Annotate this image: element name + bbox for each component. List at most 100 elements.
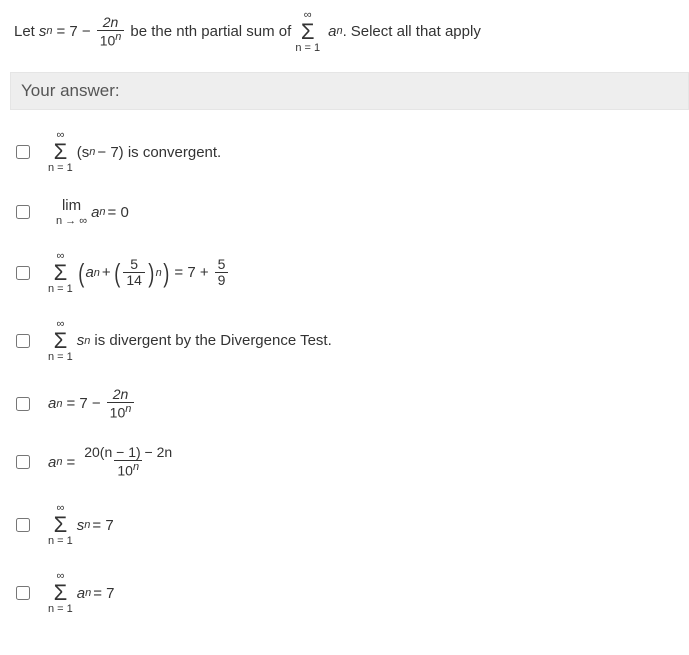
option-row: ∞ Σ n = 1 an = 7 — [16, 571, 689, 615]
option-row: lim n → ∞ an = 0 — [16, 198, 689, 227]
var-a: a — [328, 20, 336, 44]
rparen-icon: ) — [148, 260, 154, 286]
text: (s — [77, 144, 90, 161]
var: a — [85, 264, 93, 281]
option-checkbox[interactable] — [16, 518, 30, 532]
sum-bot: n = 1 — [48, 284, 73, 295]
fraction: 5 14 — [123, 257, 145, 289]
den-sup: n — [133, 461, 139, 473]
eq: = 7 + — [174, 264, 208, 281]
sub: n — [89, 146, 95, 158]
text: = 7 — [93, 585, 114, 602]
fraction: 20(n − 1) − 2n 10n — [81, 445, 175, 479]
num: 2n — [103, 14, 119, 30]
sub: n — [94, 267, 100, 279]
var: s — [77, 332, 85, 349]
option-row: an = 7 − 2n 10n — [16, 387, 689, 421]
text: Let — [14, 20, 35, 44]
text: is divergent by the Divergence Test. — [94, 332, 331, 349]
text: = 0 — [108, 204, 129, 221]
sigma-icon: Σ — [54, 514, 68, 536]
partial-sum-def: sn = 7 − 2n 10n — [39, 15, 127, 49]
sub: n — [84, 335, 90, 347]
option-row: ∞ Σ n = 1 (sn − 7) is convergent. — [16, 130, 689, 174]
var: a — [48, 454, 56, 471]
sum-symbol: ∞ Σ n = 1 — [48, 571, 73, 615]
sum-symbol: ∞ Σ n = 1 — [48, 130, 73, 174]
eq: = 7 − — [66, 395, 100, 412]
option-expression: an = 20(n − 1) − 2n 10n — [48, 445, 177, 479]
var: a — [48, 395, 56, 412]
option-expression: ∞ Σ n = 1 sn is divergent by the Diverge… — [48, 319, 332, 363]
fraction: 2n 10n — [97, 15, 125, 49]
option-expression: ∞ Σ n = 1 an = 7 — [48, 571, 115, 615]
sum-bot: n = 1 — [48, 536, 73, 547]
an-term: an. — [328, 20, 347, 44]
option-row: ∞ Σ n = 1 sn = 7 — [16, 503, 689, 547]
sum-symbol: ∞ Σ n = 1 — [48, 319, 73, 363]
eq: = — [66, 454, 75, 471]
var: a — [77, 585, 85, 602]
var: a — [91, 204, 99, 221]
sub: n — [84, 519, 90, 531]
sub: n — [85, 587, 91, 599]
option-expression: lim n → ∞ an = 0 — [56, 198, 129, 227]
sigma-icon: Σ — [301, 21, 315, 43]
den-sup: n — [115, 31, 121, 43]
option-checkbox[interactable] — [16, 334, 30, 348]
option-checkbox[interactable] — [16, 266, 30, 280]
text: = 7 — [92, 517, 113, 534]
lparen-icon: ( — [114, 260, 120, 286]
den-base: 10 — [100, 33, 116, 49]
rparen-icon: ) — [163, 260, 169, 286]
sum-bot: n = 1 — [295, 43, 320, 54]
fraction: 2n 10n — [107, 387, 135, 421]
num: 20(n − 1) − 2n — [84, 444, 172, 460]
lim-sub: n → ∞ — [56, 215, 87, 227]
sum-bot: n = 1 — [48, 604, 73, 615]
option-checkbox[interactable] — [16, 145, 30, 159]
num: 2n — [113, 386, 129, 402]
option-expression: ∞ Σ n = 1 (sn − 7) is convergent. — [48, 130, 221, 174]
sigma-icon: Σ — [54, 141, 68, 163]
den: 9 — [215, 272, 229, 288]
den: 14 — [123, 272, 145, 288]
text: Select all that apply — [351, 20, 481, 44]
option-checkbox[interactable] — [16, 397, 30, 411]
sum-symbol: ∞ Σ n = 1 — [295, 10, 320, 54]
fraction: 5 9 — [215, 257, 229, 289]
sub: n — [56, 398, 62, 410]
option-expression: an = 7 − 2n 10n — [48, 387, 136, 421]
sub: n — [56, 456, 62, 468]
option-expression: ∞ Σ n = 1 sn = 7 — [48, 503, 114, 547]
den-sup: n — [125, 403, 131, 415]
num: 5 — [215, 257, 229, 272]
option-checkbox[interactable] — [16, 205, 30, 219]
var: s — [77, 517, 85, 534]
power: n — [156, 267, 162, 279]
limit: lim n → ∞ — [56, 198, 87, 227]
sigma-icon: Σ — [54, 330, 68, 352]
your-answer-header: Your answer: — [10, 72, 689, 110]
sub: n — [99, 206, 105, 218]
num: 5 — [127, 257, 141, 272]
option-checkbox[interactable] — [16, 586, 30, 600]
sub-n: n — [46, 23, 52, 41]
options-list: ∞ Σ n = 1 (sn − 7) is convergent. lim n … — [10, 130, 689, 615]
text: be the nth partial sum of — [130, 20, 291, 44]
den-base: 10 — [110, 405, 126, 421]
text: − 7) is convergent. — [97, 144, 221, 161]
var-s: s — [39, 20, 47, 44]
sum-symbol: ∞ Σ n = 1 — [48, 503, 73, 547]
sigma-icon: Σ — [54, 262, 68, 284]
option-row: an = 20(n − 1) − 2n 10n — [16, 445, 689, 479]
lparen-icon: ( — [78, 260, 84, 286]
question-prompt: Let sn = 7 − 2n 10n be the nth partial s… — [10, 8, 689, 72]
lim-label: lim — [62, 198, 81, 215]
sum-bot: n = 1 — [48, 352, 73, 363]
option-expression: ∞ Σ n = 1 ( an + ( 5 14 )n ) = 7 + 5 9 — [48, 251, 230, 295]
option-checkbox[interactable] — [16, 455, 30, 469]
option-row: ∞ Σ n = 1 sn is divergent by the Diverge… — [16, 319, 689, 363]
plus: + — [102, 264, 111, 281]
sum-bot: n = 1 — [48, 163, 73, 174]
